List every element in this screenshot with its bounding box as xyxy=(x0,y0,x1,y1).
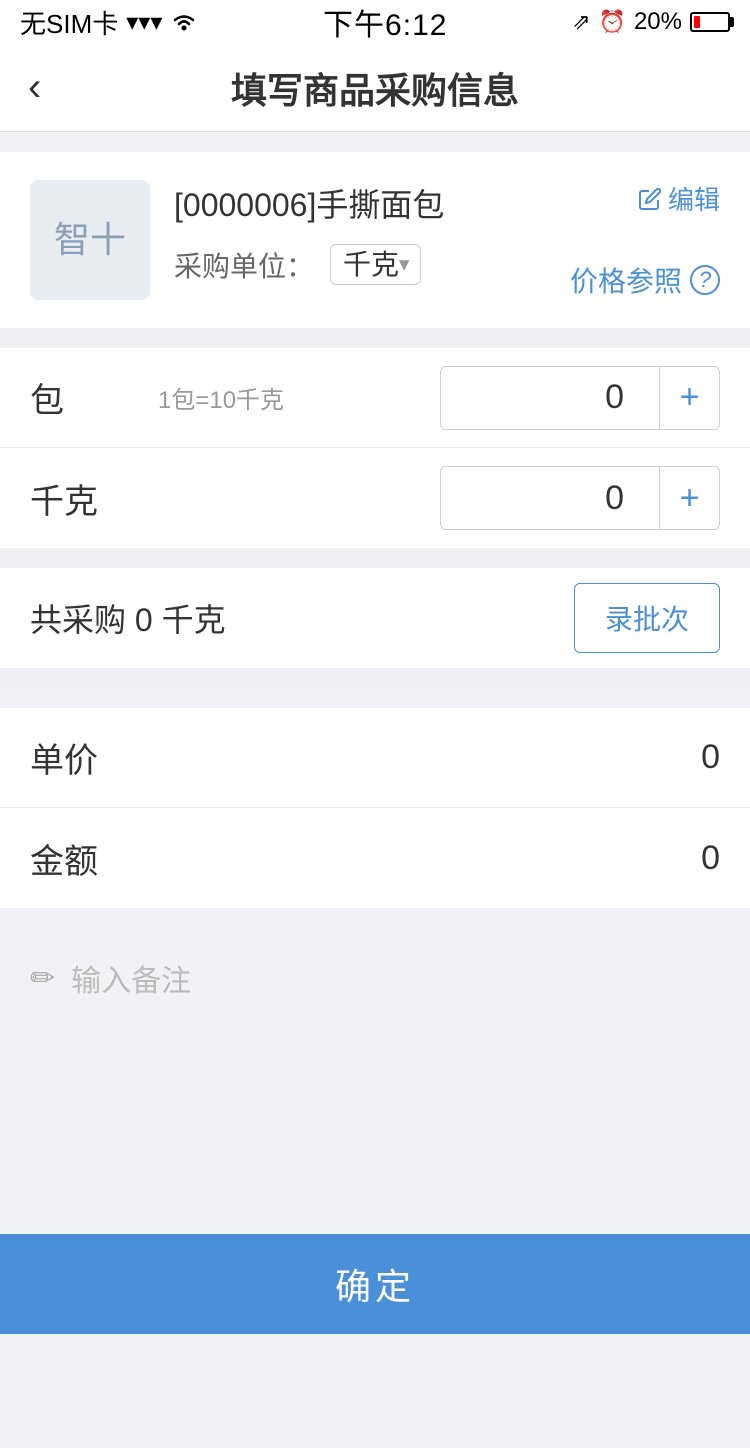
input-section: 包 1包=10千克 + 千克 + xyxy=(0,348,750,548)
nav-bar: ‹ 填写商品采购信息 xyxy=(0,44,750,132)
unit-price-value: 0 xyxy=(701,738,720,777)
kg-input-right: + xyxy=(440,466,720,530)
battery-text: 20% xyxy=(634,8,682,36)
bag-plus-button[interactable]: + xyxy=(660,366,720,430)
product-logo: 智十 xyxy=(54,218,126,261)
bag-input-row: 包 1包=10千克 + xyxy=(0,348,750,448)
location-icon: ⇗ xyxy=(572,9,590,35)
amount-row: 金额 0 xyxy=(0,808,750,908)
unit-label: 采购单位： xyxy=(174,245,314,285)
summary-quantity: 0 xyxy=(135,602,153,638)
kg-plus-button[interactable]: + xyxy=(660,466,720,530)
section-separator-3 xyxy=(0,668,750,688)
price-section: 单价 0 金额 0 xyxy=(0,708,750,908)
unit-price-row: 单价 0 xyxy=(0,708,750,808)
amount-value: 0 xyxy=(701,839,720,878)
product-image: 智十 xyxy=(30,180,150,300)
edit-button[interactable]: 编辑 xyxy=(638,180,720,217)
remark-placeholder: 输入备注 xyxy=(71,956,191,1000)
unit-select-wrapper[interactable]: 千克 xyxy=(330,244,421,285)
bag-sublabel: 1包=10千克 xyxy=(158,380,284,415)
unit-select[interactable]: 千克 xyxy=(330,244,421,285)
bag-input-right: + xyxy=(440,366,720,430)
carrier-text: 无SIM卡 xyxy=(20,4,118,41)
confirm-button[interactable]: 确定 xyxy=(335,1258,415,1310)
section-separator-1 xyxy=(0,328,750,348)
alarm-icon: ⏰ xyxy=(599,9,626,35)
bag-quantity-input[interactable] xyxy=(440,366,660,430)
info-icon: ? xyxy=(690,265,720,295)
back-button[interactable]: ‹ xyxy=(28,65,41,110)
confirm-footer[interactable]: 确定 xyxy=(0,1234,750,1334)
summary-text: 共采购 0 千克 xyxy=(30,595,226,641)
page-title: 填写商品采购信息 xyxy=(231,62,519,114)
price-ref-button[interactable]: 价格参照 ? xyxy=(570,260,720,300)
wifi-icon: ▾▾▾ xyxy=(126,8,162,37)
status-time: 下午6:12 xyxy=(323,0,447,44)
section-separator-2 xyxy=(0,548,750,568)
remark-section[interactable]: ✏ 输入备注 xyxy=(0,928,750,1028)
kg-quantity-input[interactable] xyxy=(440,466,660,530)
status-bar: 无SIM卡 ▾▾▾ 下午6:12 ⇗ ⏰ 20% xyxy=(0,0,750,44)
summary-section: 共采购 0 千克 录批次 xyxy=(0,548,750,688)
kg-label: 千克 xyxy=(30,474,150,523)
kg-input-row: 千克 + xyxy=(0,448,750,548)
status-right: ⇗ ⏰ 20% xyxy=(572,8,730,36)
product-card: 智十 [0000006]手撕面包 采购单位： 千克 编辑 价格参照 ? xyxy=(0,152,750,328)
summary-row: 共采购 0 千克 录批次 xyxy=(0,568,750,668)
unit-price-label: 单价 xyxy=(30,733,98,782)
wifi-symbol xyxy=(170,7,198,38)
record-batch-button[interactable]: 录批次 xyxy=(574,583,720,653)
pencil-icon: ✏ xyxy=(30,961,55,996)
battery-icon xyxy=(690,12,730,32)
bag-label: 包 xyxy=(30,373,150,422)
status-left: 无SIM卡 ▾▾▾ xyxy=(20,4,198,41)
amount-label: 金额 xyxy=(30,834,98,883)
footer-spacer xyxy=(0,1348,750,1448)
